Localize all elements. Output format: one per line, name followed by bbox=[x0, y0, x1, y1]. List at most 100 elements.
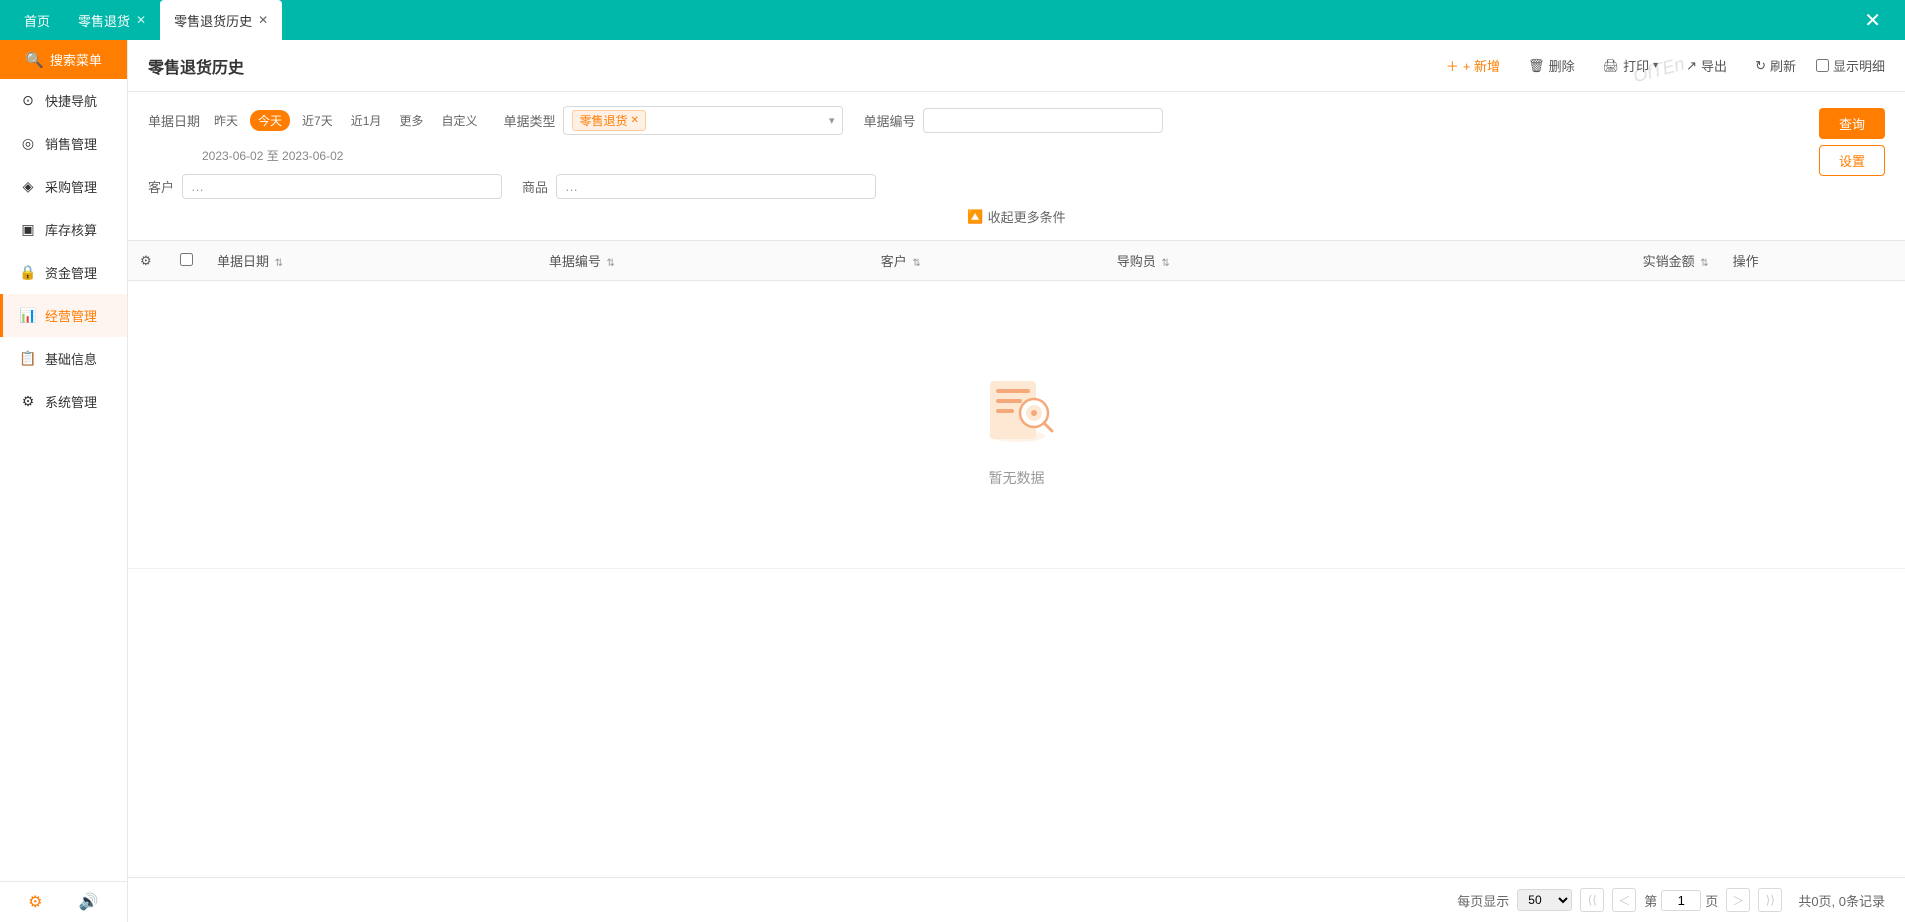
sidebar-item-fund-mgmt[interactable]: 🔒 资金管理 bbox=[0, 251, 127, 294]
th-check[interactable] bbox=[168, 241, 205, 281]
th-date[interactable]: 单据日期 ⇅ bbox=[205, 241, 537, 281]
date-opt-yesterday[interactable]: 昨天 bbox=[208, 110, 244, 131]
sidebar-item-quick-nav[interactable]: ⊙ 快捷导航 bbox=[0, 79, 127, 122]
empty-icon bbox=[972, 361, 1062, 454]
sidebar-bottom: ⚙ 🔊 bbox=[0, 881, 127, 922]
filter-customer-label: 客户 bbox=[148, 177, 174, 196]
sidebar-search-button[interactable]: 🔍 搜索菜单 bbox=[0, 40, 127, 79]
show-details-checkbox-label[interactable]: 显示明细 bbox=[1816, 56, 1885, 75]
filter-voucher-input[interactable] bbox=[923, 108, 1163, 133]
th-settings[interactable]: ⚙ bbox=[128, 241, 168, 281]
tab-retail-return-close[interactable]: ✕ bbox=[136, 13, 146, 27]
top-bar-right: ✕ bbox=[1856, 8, 1905, 33]
print-dropdown-icon: ▾ bbox=[1653, 60, 1658, 71]
tab-retail-return[interactable]: 零售退货 ✕ bbox=[64, 0, 160, 40]
sidebar-item-biz-mgmt[interactable]: 📊 经营管理 bbox=[0, 294, 127, 337]
page-next-button[interactable]: ＞ bbox=[1726, 888, 1750, 912]
page-number-input[interactable] bbox=[1661, 890, 1701, 911]
tab-retail-return-history-close[interactable]: ✕ bbox=[258, 13, 268, 27]
query-button[interactable]: 查询 bbox=[1819, 108, 1885, 139]
th-customer[interactable]: 客户 ⇅ bbox=[869, 241, 1105, 281]
header-actions: ＋ + 新增 🗑 删除 🖨 打印 ▾ ↗ 导出 ↻ bbox=[1438, 52, 1885, 79]
show-details-checkbox[interactable] bbox=[1816, 59, 1829, 72]
new-button[interactable]: ＋ + 新增 bbox=[1438, 52, 1508, 79]
date-opt-1month[interactable]: 近1月 bbox=[345, 110, 388, 131]
sidebar-search-label: 搜索菜单 bbox=[50, 50, 102, 69]
sidebar-item-sales-mgmt-label: 销售管理 bbox=[45, 134, 97, 153]
th-date-label: 单据日期 bbox=[217, 254, 269, 269]
page-first-button[interactable]: ⟨⟨ bbox=[1580, 888, 1604, 912]
sidebar-volume-button[interactable]: 🔊 bbox=[79, 892, 99, 912]
filter-row-1: 单据日期 昨天 今天 近7天 近1月 更多 自定义 单据类型 bbox=[148, 106, 1803, 135]
refresh-label: 刷新 bbox=[1770, 56, 1796, 75]
sidebar-item-sales-mgmt[interactable]: ◎ 销售管理 bbox=[0, 122, 127, 165]
tab-home-label: 首页 bbox=[24, 11, 50, 30]
filter-type-item: 单据类型 零售退货 ✕ ▾ bbox=[503, 106, 843, 135]
table-header-row: ⚙ 单据日期 ⇅ 单据编号 ⇅ bbox=[128, 241, 1905, 281]
new-icon: ＋ bbox=[1446, 56, 1459, 75]
filter-type-tag-label: 零售退货 bbox=[579, 112, 627, 129]
quick-nav-icon: ⊙ bbox=[19, 92, 37, 110]
sidebar-item-stock-calc[interactable]: ▣ 库存核算 bbox=[0, 208, 127, 251]
print-button[interactable]: 🖨 打印 ▾ bbox=[1595, 52, 1667, 79]
filter-type-tag: 零售退货 ✕ bbox=[572, 110, 645, 131]
delete-label: 删除 bbox=[1549, 56, 1575, 75]
page-prev-button[interactable]: ＜ bbox=[1612, 888, 1636, 912]
date-opt-more[interactable]: 更多 bbox=[393, 110, 429, 131]
collapse-button[interactable]: 🔼 收起更多条件 bbox=[967, 207, 1065, 226]
tab-home[interactable]: 首页 bbox=[10, 0, 64, 40]
filter-type-tag-remove[interactable]: ✕ bbox=[630, 115, 638, 126]
tab-retail-return-history[interactable]: 零售退货历史 ✕ bbox=[160, 0, 282, 40]
refresh-icon: ↻ bbox=[1755, 58, 1766, 74]
empty-state: 暂无数据 bbox=[128, 281, 1905, 568]
window-close-button[interactable]: ✕ bbox=[1856, 8, 1889, 33]
sidebar: 🔍 搜索菜单 ⊙ 快捷导航 ◎ 销售管理 ◈ 采购管理 ▣ 库存核算 🔒 资金 bbox=[0, 40, 128, 922]
th-customer-sort-icon: ⇅ bbox=[912, 258, 920, 269]
filter-customer-input[interactable]: … bbox=[182, 174, 502, 199]
page-size-select[interactable]: 50 100 200 bbox=[1517, 889, 1572, 911]
th-guide-label: 导购员 bbox=[1117, 254, 1156, 269]
sidebar-item-sys-mgmt[interactable]: ⚙ 系统管理 bbox=[0, 380, 127, 423]
date-opt-7days[interactable]: 近7天 bbox=[296, 110, 339, 131]
page-last-button[interactable]: ⟩⟩ bbox=[1758, 888, 1782, 912]
export-button[interactable]: ↗ 导出 bbox=[1678, 52, 1735, 79]
date-opt-today[interactable]: 今天 bbox=[250, 110, 290, 131]
collapse-label: 收起更多条件 bbox=[988, 207, 1066, 226]
sidebar-menu: ⊙ 快捷导航 ◎ 销售管理 ◈ 采购管理 ▣ 库存核算 🔒 资金管理 📊 经营管 bbox=[0, 79, 127, 881]
filter-settings-button[interactable]: 设置 bbox=[1819, 145, 1885, 176]
th-voucher-no[interactable]: 单据编号 ⇅ bbox=[537, 241, 869, 281]
page-label: 页 bbox=[1705, 891, 1718, 910]
pagination: 每页显示 50 100 200 ⟨⟨ ＜ 第 页 ＞ ⟩⟩ 共0页, 0条记录 bbox=[128, 877, 1905, 922]
th-guide[interactable]: 导购员 ⇅ bbox=[1105, 241, 1389, 281]
refresh-button[interactable]: ↻ 刷新 bbox=[1747, 52, 1804, 79]
basic-info-icon: 📋 bbox=[19, 350, 37, 368]
th-amount[interactable]: 实销金额 ⇅ bbox=[1389, 241, 1721, 281]
settings-gear-icon[interactable]: ⚙ bbox=[140, 253, 152, 268]
filter-goods-input[interactable]: … bbox=[556, 174, 876, 199]
th-amount-label: 实销金额 bbox=[1643, 254, 1695, 269]
page-di-label: 第 bbox=[1644, 891, 1657, 910]
print-label: 打印 bbox=[1623, 56, 1649, 75]
new-label: + 新增 bbox=[1463, 56, 1500, 75]
filter-type-select[interactable]: 零售退货 ✕ ▾ bbox=[563, 106, 843, 135]
filter-row-2: 客户 … 商品 … bbox=[148, 174, 1803, 199]
filter-area: 单据日期 昨天 今天 近7天 近1月 更多 自定义 单据类型 bbox=[128, 92, 1905, 241]
sidebar-item-basic-info[interactable]: 📋 基础信息 bbox=[0, 337, 127, 380]
th-voucher-no-label: 单据编号 bbox=[549, 254, 601, 269]
filter-voucher-label: 单据编号 bbox=[863, 111, 915, 130]
sidebar-item-purchase-mgmt[interactable]: ◈ 采购管理 bbox=[0, 165, 127, 208]
sidebar-item-biz-mgmt-label: 经营管理 bbox=[45, 306, 97, 325]
sidebar-item-quick-nav-label: 快捷导航 bbox=[45, 91, 97, 110]
collapse-icon: 🔼 bbox=[967, 209, 983, 225]
biz-mgmt-icon: 📊 bbox=[19, 307, 37, 325]
sidebar-item-basic-info-label: 基础信息 bbox=[45, 349, 97, 368]
th-voucher-no-sort-icon: ⇅ bbox=[607, 258, 615, 269]
check-all-checkbox[interactable] bbox=[180, 253, 193, 266]
print-icon: 🖨 bbox=[1603, 58, 1620, 74]
sidebar-settings-button[interactable]: ⚙ bbox=[28, 892, 42, 912]
sidebar-item-stock-calc-label: 库存核算 bbox=[45, 220, 97, 239]
th-guide-sort-icon: ⇅ bbox=[1161, 258, 1169, 269]
delete-button[interactable]: 🗑 删除 bbox=[1520, 52, 1583, 79]
content-area: 零售退货历史 ＋ + 新增 🗑 删除 🖨 打印 ▾ ↗ 导出 bbox=[128, 40, 1905, 922]
date-opt-custom[interactable]: 自定义 bbox=[435, 110, 483, 131]
